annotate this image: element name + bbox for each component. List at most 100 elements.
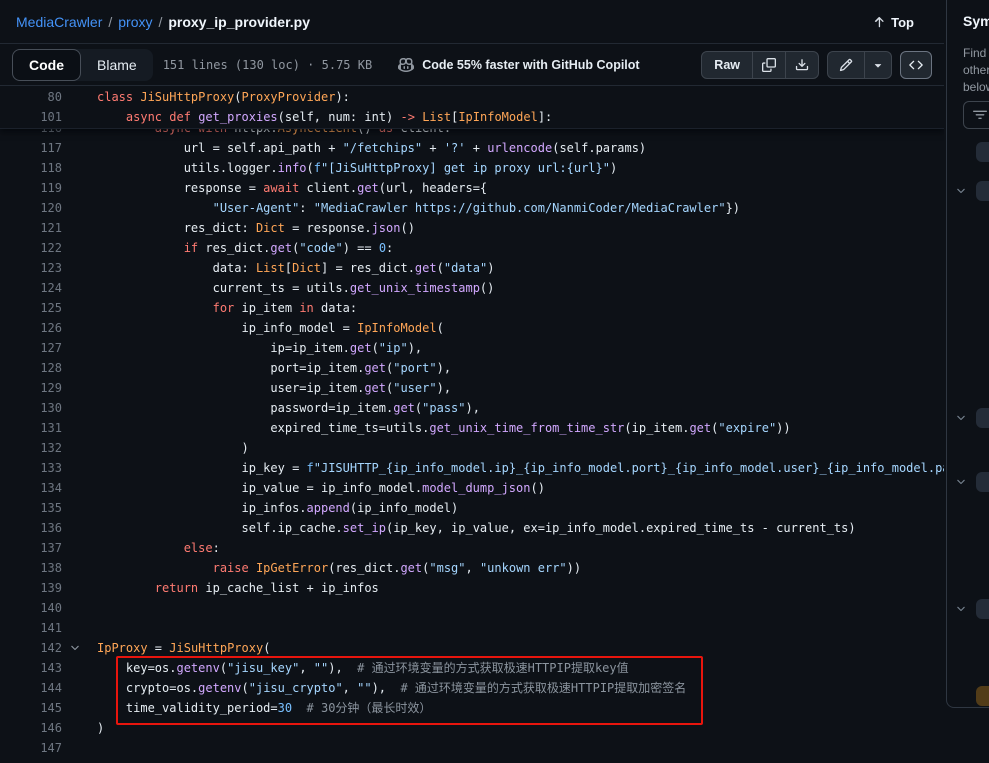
line-number[interactable]: 120 <box>0 201 62 215</box>
symbol-item[interactable] <box>947 599 989 619</box>
breadcrumb-filename: proxy_ip_provider.py <box>168 14 310 30</box>
line-number[interactable]: 136 <box>0 521 62 535</box>
line-number[interactable]: 146 <box>0 721 62 735</box>
code-text: url = self.api_path + "/fetchips" + '?' … <box>97 138 646 158</box>
line-number[interactable]: 122 <box>0 241 62 255</box>
copilot-banner[interactable]: Code 55% faster with GitHub Copilot <box>398 57 639 73</box>
code-line: 80 class JiSuHttpProxy(ProxyProvider): <box>0 87 944 107</box>
line-number[interactable]: 123 <box>0 261 62 275</box>
symbols-filter-input[interactable] <box>963 101 989 129</box>
line-number[interactable]: 139 <box>0 581 62 595</box>
symbol-item[interactable] <box>947 686 989 706</box>
edit-dropdown-button[interactable] <box>864 52 891 78</box>
code-line: 144 crypto=os.getenv("jisu_crypto", ""),… <box>0 678 944 698</box>
line-number[interactable]: 124 <box>0 281 62 295</box>
line-number[interactable]: 119 <box>0 181 62 195</box>
line-number[interactable]: 145 <box>0 701 62 715</box>
scroll-to-top-button[interactable]: Top <box>872 10 914 34</box>
code-line: 135 ip_infos.append(ip_info_model) <box>0 498 944 518</box>
code-line: 146) <box>0 718 944 738</box>
line-number[interactable]: 125 <box>0 301 62 315</box>
breadcrumb-folder-link[interactable]: proxy <box>118 14 152 30</box>
line-number[interactable]: 129 <box>0 381 62 395</box>
code-line: 120 "User-Agent": "MediaCrawler https://… <box>0 198 944 218</box>
copilot-banner-text: Code 55% faster with GitHub Copilot <box>422 58 639 72</box>
code-text: ip_infos.append(ip_info_model) <box>97 498 458 518</box>
breadcrumb: MediaCrawler / proxy / proxy_ip_provider… <box>16 14 310 30</box>
raw-button[interactable]: Raw <box>702 52 752 78</box>
download-icon <box>795 58 809 72</box>
line-number[interactable]: 133 <box>0 461 62 475</box>
line-number[interactable]: 126 <box>0 321 62 335</box>
code-line: 101 async def get_proxies(self, num: int… <box>0 107 944 127</box>
line-number[interactable]: 117 <box>0 141 62 155</box>
chevron-down-icon[interactable] <box>955 412 967 424</box>
code-line: 140 <box>0 598 944 618</box>
line-number[interactable]: 137 <box>0 541 62 555</box>
symbol-badge[interactable] <box>976 408 989 428</box>
line-number[interactable]: 142 <box>0 641 62 655</box>
symbol-badge[interactable] <box>976 181 989 201</box>
symbol-badge[interactable] <box>976 599 989 619</box>
symbol-item[interactable] <box>947 181 989 201</box>
edit-button-group <box>827 51 892 79</box>
code-line: 117 url = self.api_path + "/fetchips" + … <box>0 138 944 158</box>
chevron-down-icon[interactable] <box>955 185 967 197</box>
download-raw-button[interactable] <box>785 52 818 78</box>
file-meta-info: 151 lines (130 loc) · 5.75 KB <box>163 58 373 72</box>
edit-file-button[interactable] <box>828 52 864 78</box>
line-number[interactable]: 143 <box>0 661 62 675</box>
code-text: async def get_proxies(self, num: int) ->… <box>97 107 552 127</box>
line-number[interactable]: 130 <box>0 401 62 415</box>
code-text: utils.logger.info(f"[JiSuHttpProxy] get … <box>97 158 617 178</box>
code-text: ip_info_model = IpInfoModel( <box>97 318 444 338</box>
code-line: 123 data: List[Dict] = res_dict.get("dat… <box>0 258 944 278</box>
collapse-toggle-icon[interactable] <box>62 642 97 654</box>
code-line: 121 res_dict: Dict = response.json() <box>0 218 944 238</box>
breadcrumb-repo-link[interactable]: MediaCrawler <box>16 14 102 30</box>
code-line: 134 ip_value = ip_info_model.model_dump_… <box>0 478 944 498</box>
line-number[interactable]: 127 <box>0 341 62 355</box>
line-number[interactable]: 140 <box>0 601 62 615</box>
line-number[interactable]: 118 <box>0 161 62 175</box>
symbol-item[interactable] <box>947 408 989 428</box>
chevron-down-icon[interactable] <box>955 476 967 488</box>
line-number[interactable]: 147 <box>0 741 62 755</box>
symbols-panel-toggle-button[interactable] <box>900 51 932 79</box>
code-text: ip_key = f"JISUHTTP_{ip_info_model.ip}_{… <box>97 458 944 478</box>
line-number[interactable]: 135 <box>0 501 62 515</box>
code-text: expired_time_ts=utils.get_unix_time_from… <box>97 418 791 438</box>
symbol-item[interactable] <box>947 142 989 162</box>
tab-blame[interactable]: Blame <box>81 49 153 81</box>
code-text: password=ip_item.get("pass"), <box>97 398 480 418</box>
code-text: class JiSuHttpProxy(ProxyProvider): <box>97 87 350 107</box>
symbol-badge[interactable] <box>976 142 989 162</box>
code-text: "User-Agent": "MediaCrawler https://gith… <box>97 198 740 218</box>
line-number[interactable]: 128 <box>0 361 62 375</box>
line-number[interactable]: 134 <box>0 481 62 495</box>
code-text: IpProxy = JiSuHttpProxy( <box>97 638 270 658</box>
line-number[interactable]: 132 <box>0 441 62 455</box>
arrow-up-icon <box>872 15 886 29</box>
symbol-item[interactable] <box>947 472 989 492</box>
code-text: response = await client.get(url, headers… <box>97 178 487 198</box>
tab-code[interactable]: Code <box>12 49 81 81</box>
symbols-panel-heading: Symbols <box>963 13 989 29</box>
code-line: 137 else: <box>0 538 944 558</box>
code-line: 122 if res_dict.get("code") == 0: <box>0 238 944 258</box>
line-number[interactable]: 141 <box>0 621 62 635</box>
copy-raw-button[interactable] <box>752 52 785 78</box>
triangle-down-icon <box>871 58 885 72</box>
line-number[interactable]: 131 <box>0 421 62 435</box>
chevron-down-icon[interactable] <box>955 603 967 615</box>
line-number[interactable]: 138 <box>0 561 62 575</box>
line-number[interactable]: 144 <box>0 681 62 695</box>
code-text: port=ip_item.get("port"), <box>97 358 451 378</box>
line-number[interactable]: 80 <box>0 90 62 104</box>
symbol-badge[interactable] <box>976 472 989 492</box>
line-number[interactable]: 101 <box>0 110 62 124</box>
code-line: 142 IpProxy = JiSuHttpProxy( <box>0 638 944 658</box>
line-number[interactable]: 121 <box>0 221 62 235</box>
symbol-badge[interactable] <box>976 686 989 706</box>
code-line: 119 response = await client.get(url, hea… <box>0 178 944 198</box>
